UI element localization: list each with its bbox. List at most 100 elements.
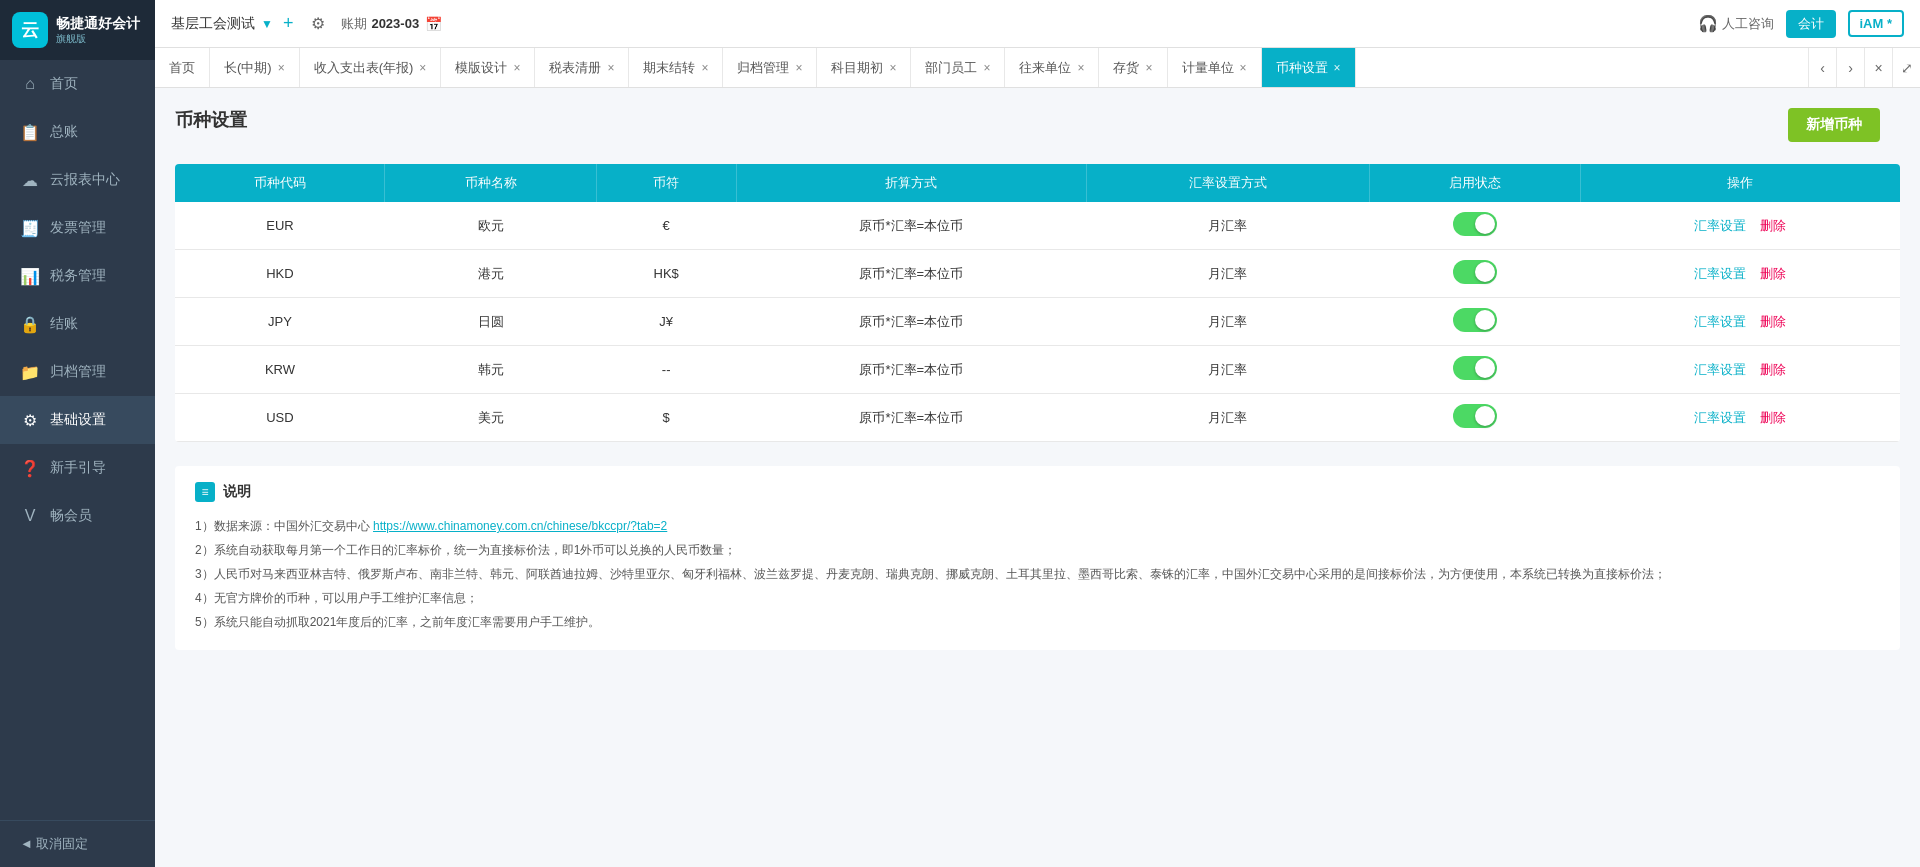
- delete-link[interactable]: 删除: [1760, 410, 1786, 425]
- cell-code: USD: [175, 394, 385, 442]
- sidebar-item-invoice[interactable]: 🧾 发票管理: [0, 204, 155, 252]
- sidebar-nav: ⌂ 首页 📋 总账 ☁ 云报表中心 🧾 发票管理 📊 税务管理 🔒 结账 📁 归…: [0, 60, 155, 820]
- rate-setting-link[interactable]: 汇率设置: [1694, 410, 1746, 425]
- tab-inventory[interactable]: 存货 ×: [1099, 48, 1167, 88]
- rate-setting-link[interactable]: 汇率设置: [1694, 218, 1746, 233]
- tab-close-icon[interactable]: ×: [1145, 61, 1152, 75]
- delete-link[interactable]: 删除: [1760, 218, 1786, 233]
- tab-counterpart[interactable]: 往来单位 ×: [1005, 48, 1099, 88]
- tab-close-icon[interactable]: ×: [701, 61, 708, 75]
- sidebar-item-closing[interactable]: 🔒 结账: [0, 300, 155, 348]
- title-row: 币种设置 新增币种: [175, 108, 1900, 148]
- notes-link[interactable]: https://www.chinamoney.com.cn/chinese/bk…: [373, 519, 667, 533]
- tab-period-end[interactable]: 期末结转 ×: [629, 48, 723, 88]
- cell-rate-method: 月汇率: [1086, 202, 1369, 250]
- tab-next-button[interactable]: ›: [1836, 48, 1864, 88]
- support-button[interactable]: 🎧 人工咨询: [1698, 14, 1774, 33]
- cell-symbol: --: [596, 346, 736, 394]
- cell-code: KRW: [175, 346, 385, 394]
- sidebar-item-home[interactable]: ⌂ 首页: [0, 60, 155, 108]
- cell-code: EUR: [175, 202, 385, 250]
- col-status: 启用状态: [1369, 164, 1580, 202]
- table-row: KRW 韩元 -- 原币*汇率=本位币 月汇率 汇率设置 删除: [175, 346, 1900, 394]
- delete-link[interactable]: 删除: [1760, 362, 1786, 377]
- cell-name: 港元: [385, 250, 596, 298]
- calendar-icon[interactable]: 📅: [425, 16, 442, 32]
- tab-close-icon[interactable]: ×: [1077, 61, 1084, 75]
- period-value: 2023-03: [371, 16, 419, 31]
- sidebar-item-archive[interactable]: 📁 归档管理: [0, 348, 155, 396]
- enable-toggle[interactable]: [1453, 260, 1497, 284]
- add-project-button[interactable]: +: [283, 13, 294, 34]
- tab-close-icon[interactable]: ×: [419, 61, 426, 75]
- tab-expand-button[interactable]: ⤢: [1892, 48, 1920, 88]
- tab-archive-mgr[interactable]: 归档管理 ×: [723, 48, 817, 88]
- tax-icon: 📊: [20, 266, 40, 286]
- new-currency-button[interactable]: 新增币种: [1788, 108, 1880, 142]
- tab-prev-button[interactable]: ‹: [1808, 48, 1836, 88]
- tab-close-icon[interactable]: ×: [983, 61, 990, 75]
- sidebar-item-label: 归档管理: [50, 363, 106, 381]
- archive-icon: 📁: [20, 362, 40, 382]
- tab-unit[interactable]: 计量单位 ×: [1168, 48, 1262, 88]
- tab-currency[interactable]: 币种设置 ×: [1262, 48, 1356, 88]
- tab-label: 部门员工: [925, 59, 977, 77]
- tab-label: 科目期初: [831, 59, 883, 77]
- tab-close-icon[interactable]: ×: [513, 61, 520, 75]
- project-selector[interactable]: 基层工会测试 ▼: [171, 15, 273, 33]
- enable-toggle[interactable]: [1453, 404, 1497, 428]
- table-row: JPY 日圆 J¥ 原币*汇率=本位币 月汇率 汇率设置 删除: [175, 298, 1900, 346]
- notes-icon: ≡: [195, 482, 215, 502]
- cell-name: 日圆: [385, 298, 596, 346]
- sidebar-item-label: 总账: [50, 123, 78, 141]
- tab-template[interactable]: 模版设计 ×: [441, 48, 535, 88]
- tab-balance[interactable]: 长(中期) ×: [210, 48, 300, 88]
- tab-close-all-button[interactable]: ×: [1864, 48, 1892, 88]
- cell-calc: 原币*汇率=本位币: [736, 202, 1086, 250]
- settings-icon[interactable]: ⚙: [311, 14, 325, 33]
- rate-setting-link[interactable]: 汇率设置: [1694, 362, 1746, 377]
- period-label: 账期: [341, 15, 367, 33]
- cell-status: [1369, 298, 1580, 346]
- cell-calc: 原币*汇率=本位币: [736, 394, 1086, 442]
- tab-close-icon[interactable]: ×: [889, 61, 896, 75]
- reports-icon: ☁: [20, 170, 40, 190]
- table-row: HKD 港元 HK$ 原币*汇率=本位币 月汇率 汇率设置 删除: [175, 250, 1900, 298]
- delete-link[interactable]: 删除: [1760, 314, 1786, 329]
- enable-toggle[interactable]: [1453, 212, 1497, 236]
- tab-subject[interactable]: 科目期初 ×: [817, 48, 911, 88]
- sidebar-item-label: 结账: [50, 315, 78, 333]
- user-role-button[interactable]: 会计: [1786, 10, 1836, 38]
- sidebar-item-member[interactable]: V 畅会员: [0, 492, 155, 540]
- delete-link[interactable]: 删除: [1760, 266, 1786, 281]
- table-header: 币种代码 币种名称 币符 折算方式 汇率设置方式 启用状态 操作: [175, 164, 1900, 202]
- project-name: 基层工会测试: [171, 15, 255, 33]
- tab-close-icon[interactable]: ×: [278, 61, 285, 75]
- sidebar-item-reports[interactable]: ☁ 云报表中心: [0, 156, 155, 204]
- tab-dept[interactable]: 部门员工 ×: [911, 48, 1005, 88]
- sidebar-item-ledger[interactable]: 📋 总账: [0, 108, 155, 156]
- account-button[interactable]: iAM *: [1848, 10, 1905, 37]
- tab-income[interactable]: 收入支出表(年报) ×: [300, 48, 442, 88]
- tab-close-icon[interactable]: ×: [1240, 61, 1247, 75]
- tab-label: 币种设置: [1276, 59, 1328, 77]
- sidebar-pin-toggle[interactable]: ◄ 取消固定: [0, 820, 155, 867]
- enable-toggle[interactable]: [1453, 356, 1497, 380]
- cell-actions: 汇率设置 删除: [1580, 250, 1900, 298]
- enable-toggle[interactable]: [1453, 308, 1497, 332]
- rate-setting-link[interactable]: 汇率设置: [1694, 314, 1746, 329]
- cell-symbol: J¥: [596, 298, 736, 346]
- tab-label: 往来单位: [1019, 59, 1071, 77]
- tab-close-icon[interactable]: ×: [607, 61, 614, 75]
- tab-close-icon[interactable]: ×: [1334, 61, 1341, 75]
- table-row: USD 美元 $ 原币*汇率=本位币 月汇率 汇率设置 删除: [175, 394, 1900, 442]
- tab-tax-clear[interactable]: 税表清册 ×: [535, 48, 629, 88]
- rate-setting-link[interactable]: 汇率设置: [1694, 266, 1746, 281]
- logo-icon: 云: [12, 12, 48, 48]
- tab-home[interactable]: 首页: [155, 48, 210, 88]
- sidebar-item-basic[interactable]: ⚙ 基础设置: [0, 396, 155, 444]
- sidebar-item-guide[interactable]: ❓ 新手引导: [0, 444, 155, 492]
- sidebar-item-tax[interactable]: 📊 税务管理: [0, 252, 155, 300]
- tab-close-icon[interactable]: ×: [795, 61, 802, 75]
- app-name: 畅捷通好会计: [56, 14, 140, 32]
